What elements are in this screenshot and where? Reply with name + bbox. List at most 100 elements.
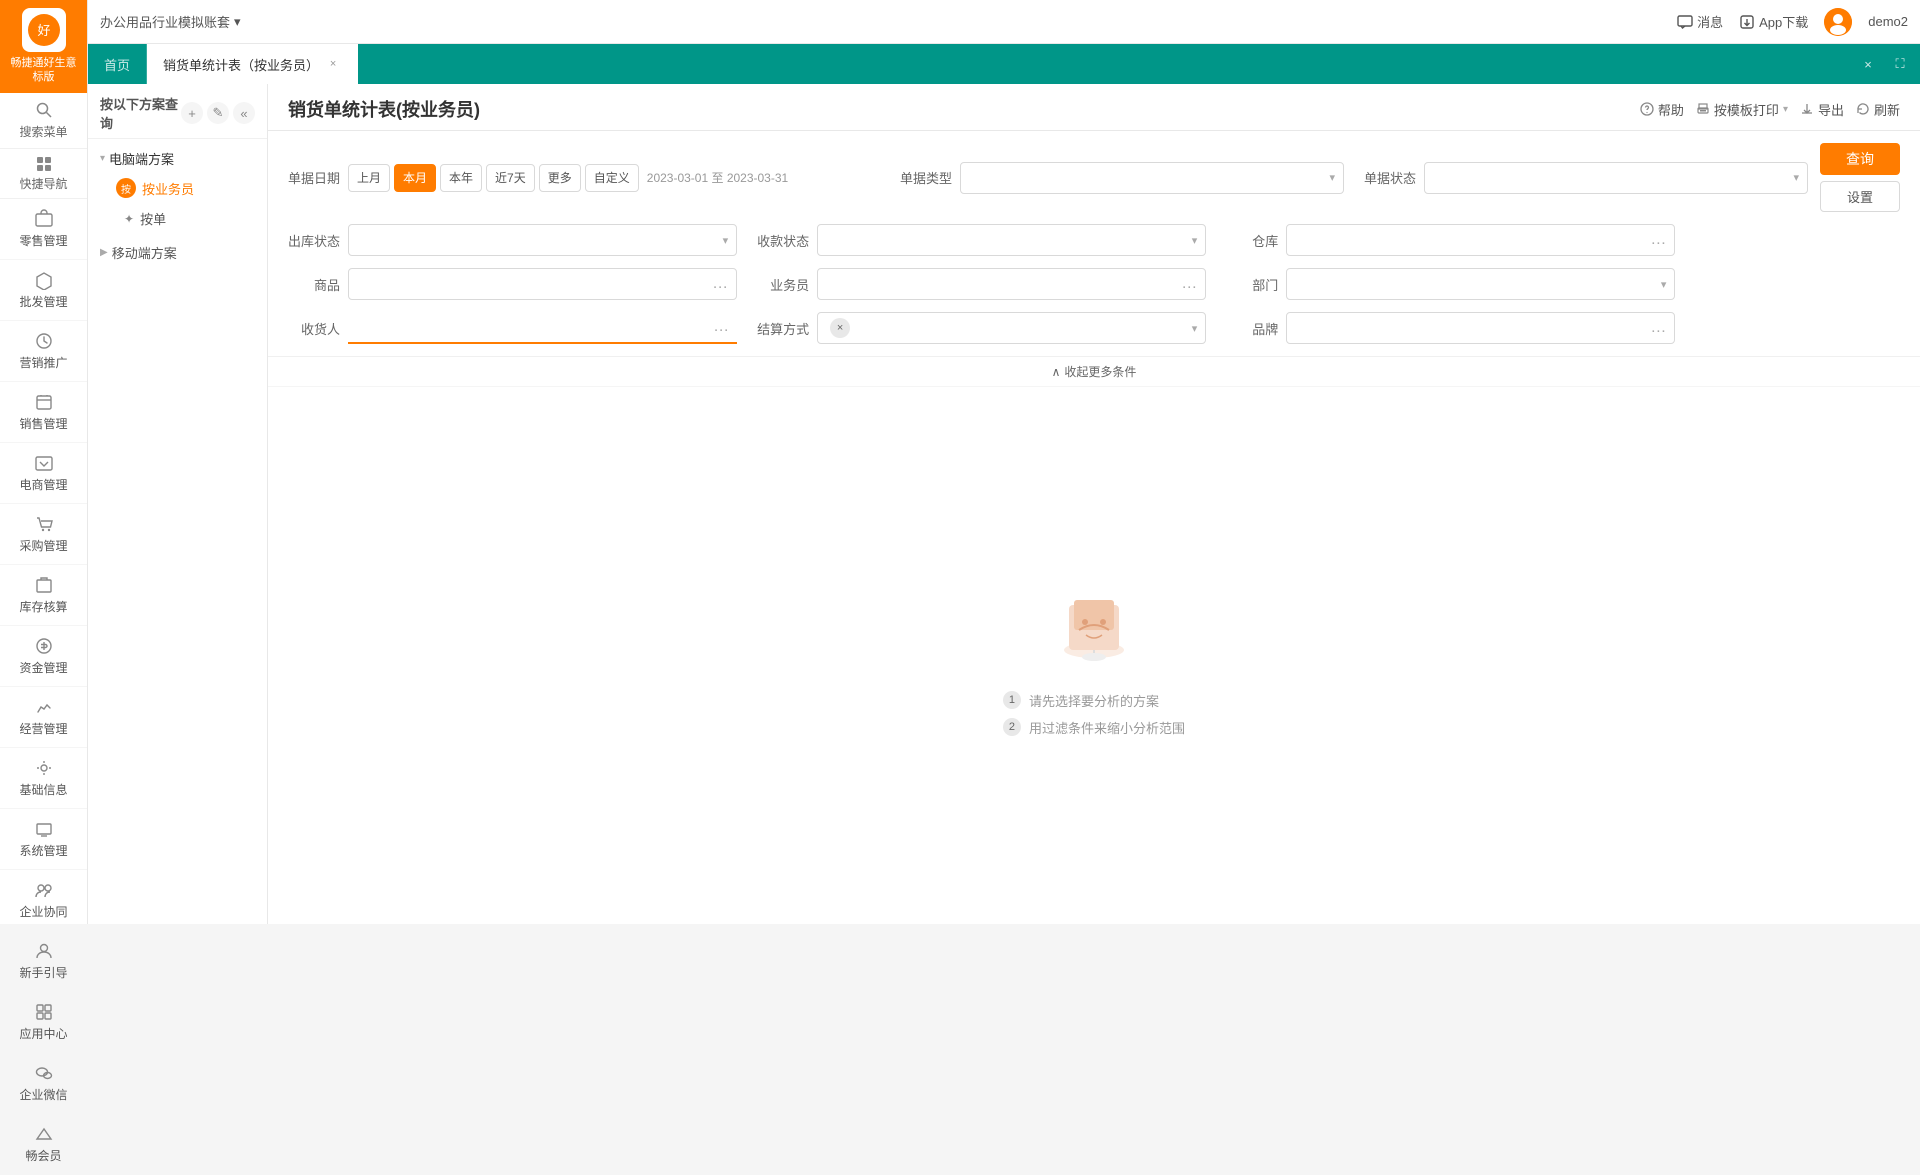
sidebar-search-btn[interactable]: 搜索菜单: [0, 93, 87, 149]
date-btn-custom[interactable]: 自定义: [585, 164, 639, 192]
goods-select[interactable]: …: [348, 268, 737, 300]
left-panel: 按以下方案查询 + ✎ « ▾ 电脑端方案 按 按业务员 ✦ 按单: [88, 84, 268, 924]
sidebar-item-apps-label: 应用中心: [19, 1025, 67, 1042]
tip2-num: 2: [1003, 718, 1021, 736]
query-btn[interactable]: 查询: [1820, 143, 1900, 175]
sidebar-item-purchase[interactable]: 采购管理: [0, 504, 87, 565]
consignee-dots[interactable]: …: [713, 318, 729, 336]
edit-scheme-btn[interactable]: ✎: [207, 102, 229, 124]
payment-method-arrow: ▾: [1192, 322, 1198, 335]
out-status-label: 出库状态: [288, 231, 348, 250]
sidebar-item-system[interactable]: 系统管理: [0, 809, 87, 870]
date-btn-7days[interactable]: 近7天: [486, 164, 535, 192]
workspace-name: 办公用品行业模拟账套: [100, 12, 230, 31]
sidebar-item-cooperation[interactable]: 企业协同: [0, 870, 87, 931]
salesperson-select[interactable]: …: [817, 268, 1206, 300]
filter-goods-field: 商品 …: [288, 268, 737, 300]
filter-doc-status-field: 单据状态 ▾: [1344, 162, 1808, 194]
sidebar-item-basic[interactable]: 基础信息: [0, 748, 87, 809]
department-select[interactable]: ▾: [1286, 268, 1675, 300]
sidebar-item-operations[interactable]: 经营管理: [0, 687, 87, 748]
payment-status-select[interactable]: ▾: [817, 224, 1206, 256]
filter-row-4: 收货人 … 结算方式 × ▾ 品牌: [288, 312, 1900, 344]
pc-scheme-group-header[interactable]: ▾ 电脑端方案: [88, 145, 267, 172]
doc-status-select[interactable]: ▾: [1424, 162, 1808, 194]
sidebar-item-member-label: 畅会员: [25, 1147, 61, 1164]
user-avatar[interactable]: [1824, 8, 1852, 36]
refresh-btn[interactable]: 刷新: [1856, 100, 1900, 119]
print-arrow[interactable]: ▾: [1783, 104, 1788, 115]
sidebar-item-operations-label: 经营管理: [19, 720, 67, 737]
refresh-label: 刷新: [1874, 100, 1900, 119]
salesperson-dots[interactable]: …: [1181, 275, 1197, 293]
warehouse-select[interactable]: …: [1286, 224, 1675, 256]
app-download-btn[interactable]: App下载: [1739, 12, 1808, 31]
sidebar-item-inventory[interactable]: 库存核算: [0, 565, 87, 626]
sidebar-item-wechat-label: 企业微信: [19, 1086, 67, 1103]
mobile-group-arrow: ▶: [100, 247, 108, 258]
filter-payment-status-field: 收款状态 ▾: [737, 224, 1206, 256]
scheme-sub-label: 按单: [140, 209, 166, 228]
username-label[interactable]: demo2: [1868, 14, 1908, 29]
doc-type-select[interactable]: ▾: [960, 162, 1344, 194]
sidebar-item-retail-label: 零售管理: [19, 232, 67, 249]
collapse-label: 收起更多条件: [1064, 363, 1136, 380]
brand-dots[interactable]: …: [1650, 319, 1666, 337]
sidebar-item-wholesale[interactable]: 批发管理: [0, 260, 87, 321]
tab-home[interactable]: 首页: [88, 44, 147, 84]
export-btn[interactable]: 导出: [1800, 100, 1844, 119]
print-btn[interactable]: 按模板打印 ▾: [1696, 100, 1788, 119]
collapse-bar[interactable]: ∧ 收起更多条件: [268, 356, 1920, 386]
sidebar-item-purchase-label: 采购管理: [19, 537, 67, 554]
sidebar-item-finance[interactable]: 资金管理: [0, 626, 87, 687]
payment-method-select[interactable]: × ▾: [817, 312, 1206, 344]
sidebar-item-apps[interactable]: 应用中心: [0, 992, 87, 1053]
warehouse-dots[interactable]: …: [1650, 231, 1666, 249]
settings-btn[interactable]: 设置: [1820, 181, 1900, 212]
mobile-group-label: 移动端方案: [112, 243, 177, 262]
workspace-selector[interactable]: 办公用品行业模拟账套 ▾: [100, 12, 241, 31]
tab-sales-stat[interactable]: 销货单统计表（按业务员） ×: [147, 44, 358, 84]
sidebar-item-ecommerce[interactable]: 电商管理: [0, 443, 87, 504]
sidebar-item-wechat[interactable]: 企业微信: [0, 1053, 87, 1114]
scheme-sub-item-by-doc[interactable]: ✦ 按单: [88, 204, 267, 233]
sidebar-item-member[interactable]: 畅会员: [0, 1114, 87, 1175]
pc-scheme-group-label: 电脑端方案: [109, 149, 174, 168]
payment-method-label: 结算方式: [757, 319, 817, 338]
sidebar-item-retail[interactable]: 零售管理: [0, 199, 87, 260]
empty-tip-1: 1 请先选择要分析的方案: [1003, 691, 1185, 710]
sidebar-item-marketing[interactable]: 营销推广: [0, 321, 87, 382]
tabbar-expand-btn[interactable]: ⛶: [1888, 52, 1912, 76]
out-status-select[interactable]: ▾: [348, 224, 737, 256]
tab-sales-stat-close[interactable]: ×: [325, 56, 341, 72]
date-btn-last-month[interactable]: 上月: [348, 164, 390, 192]
print-label: 按模板打印: [1714, 100, 1779, 119]
topbar: 办公用品行业模拟账套 ▾ 消息 App下载 demo2: [88, 0, 1920, 44]
quick-nav-btn[interactable]: 快捷导航: [0, 149, 87, 199]
add-scheme-btn[interactable]: +: [181, 102, 203, 124]
collapse-panel-btn[interactable]: «: [233, 102, 255, 124]
sidebar-logo[interactable]: 好 畅捷通好生意标版: [0, 0, 87, 93]
mobile-scheme-group[interactable]: ▶ 移动端方案: [88, 239, 267, 266]
date-btn-this-year[interactable]: 本年: [440, 164, 482, 192]
date-btn-more[interactable]: 更多: [539, 164, 581, 192]
brand-select[interactable]: …: [1286, 312, 1675, 344]
content-area: 按以下方案查询 + ✎ « ▾ 电脑端方案 按 按业务员 ✦ 按单: [88, 84, 1920, 924]
consignee-select[interactable]: …: [348, 312, 737, 344]
sidebar-item-newuser[interactable]: 新手引导: [0, 931, 87, 992]
topbar-right: 消息 App下载 demo2: [1677, 8, 1908, 36]
filter-form: 单据日期 上月 本月 本年 近7天 更多 自定义 2023-03-01 至 20…: [268, 131, 1920, 356]
date-btn-this-month[interactable]: 本月: [394, 164, 436, 192]
goods-dots[interactable]: …: [712, 275, 728, 293]
scheme-item-by-salesperson[interactable]: 按 按业务员: [88, 172, 267, 204]
filter-row-3: 商品 … 业务员 … 部门: [288, 268, 1900, 300]
payment-method-clear-btn[interactable]: ×: [830, 318, 850, 338]
tabbar-close-btn[interactable]: ×: [1856, 52, 1880, 76]
filter-row-2: 出库状态 ▾ 收款状态 ▾ 仓库: [288, 224, 1900, 256]
help-btn[interactable]: 帮助: [1640, 100, 1684, 119]
filter-payment-method-field: 结算方式 × ▾: [737, 312, 1206, 344]
tip1-text: 请先选择要分析的方案: [1029, 691, 1159, 710]
sidebar-item-sales[interactable]: 销售管理: [0, 382, 87, 443]
payment-status-arrow: ▾: [1192, 234, 1198, 247]
message-btn[interactable]: 消息: [1677, 12, 1723, 31]
